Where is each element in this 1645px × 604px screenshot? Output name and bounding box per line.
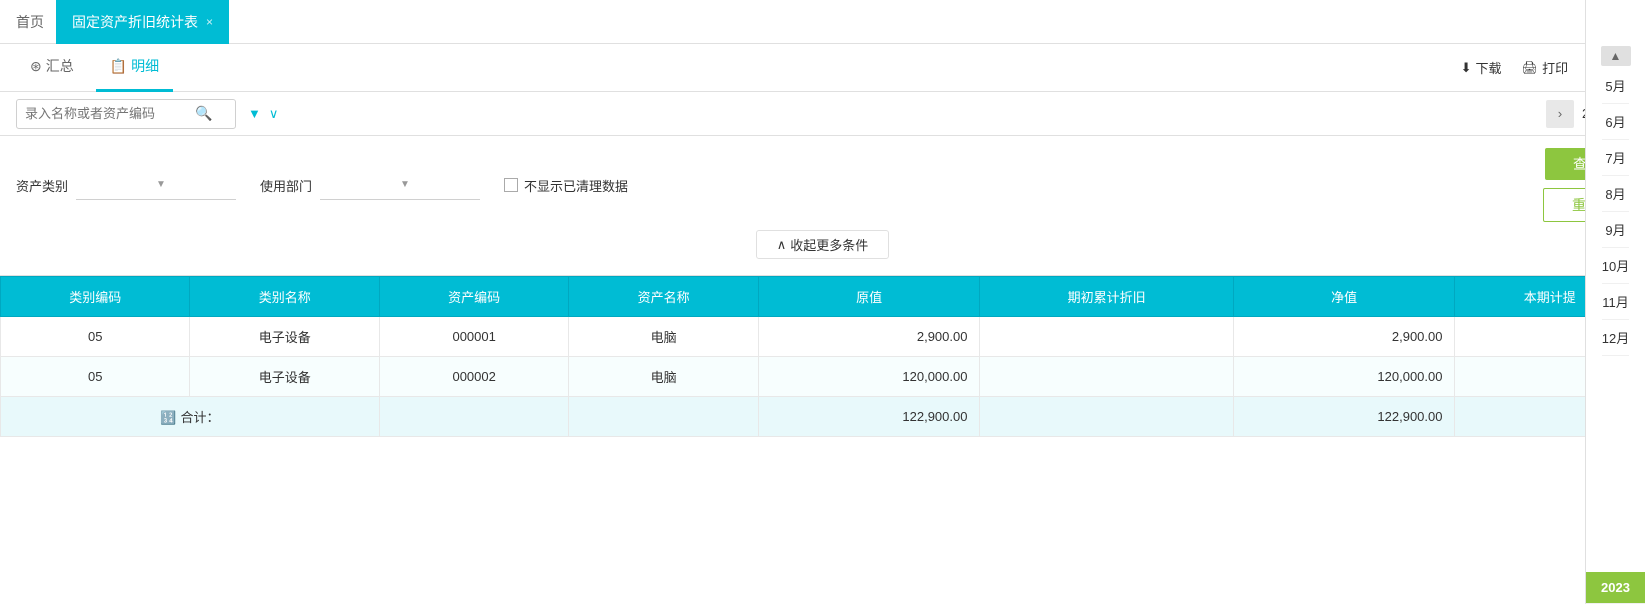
download-button[interactable]: ⬇ 下载 bbox=[1461, 58, 1502, 77]
cell-net-value: 120,000.00 bbox=[1233, 357, 1455, 397]
col-asset-code: 资产编码 bbox=[379, 277, 568, 317]
print-icon: 🖨 bbox=[1522, 60, 1539, 76]
table-row: 05 电子设备 000002 电脑 120,000.00 120,000.00 bbox=[1, 357, 1645, 397]
search-icon: 🔍 bbox=[195, 105, 212, 122]
right-panel: ▲ 5月6月7月8月9月10月11月12月 2023 bbox=[1585, 0, 1645, 604]
table-row: 05 电子设备 000001 电脑 2,900.00 2,900.00 bbox=[1, 317, 1645, 357]
month-item[interactable]: 6月 bbox=[1602, 104, 1629, 140]
month-item[interactable]: 12月 bbox=[1602, 320, 1629, 356]
tab-summary-label: 汇总 bbox=[46, 56, 74, 76]
month-nav-up[interactable]: ▲ bbox=[1601, 46, 1631, 66]
second-toolbar: ⊛ 汇总 📋 明细 ⬇ 下载 🖨 打印 ↺ 刷新 bbox=[0, 44, 1645, 92]
filter-icon: ▼ bbox=[248, 106, 261, 121]
month-list: 5月6月7月8月9月10月11月12月 bbox=[1602, 68, 1629, 356]
hide-cleared-label: 不显示已清理数据 bbox=[524, 176, 628, 195]
filter-bar: 🔍 ▼ ∨ › 2023.01 bbox=[0, 92, 1645, 136]
collapse-label: 收起更多条件 bbox=[790, 235, 868, 254]
col-asset-name: 资产名称 bbox=[569, 277, 758, 317]
tab-detail-label: 明细 bbox=[131, 56, 159, 76]
month-item[interactable]: 8月 bbox=[1602, 176, 1629, 212]
collapse-filter-button[interactable]: › bbox=[1546, 100, 1574, 128]
chevron-down-icon: ∨ bbox=[269, 106, 279, 122]
cell-category-name: 电子设备 bbox=[190, 357, 379, 397]
collapse-conditions-button[interactable]: ∧ 收起更多条件 bbox=[756, 230, 890, 259]
total-initial-depreciation bbox=[980, 397, 1233, 437]
cell-net-value: 2,900.00 bbox=[1233, 317, 1455, 357]
table-total-row: 🔢合计： 122,900.00 122,900.00 bbox=[1, 397, 1645, 437]
cell-initial-depreciation bbox=[980, 317, 1233, 357]
nav-home[interactable]: 首页 bbox=[16, 12, 56, 32]
cell-category-name: 电子设备 bbox=[190, 317, 379, 357]
col-initial-depreciation: 期初累计折旧 bbox=[980, 277, 1233, 317]
col-category-code: 类别编码 bbox=[1, 277, 190, 317]
top-nav: 首页 固定资产折旧统计表 × ✕ bbox=[0, 0, 1645, 44]
print-label: 打印 bbox=[1542, 58, 1568, 77]
tab-detail[interactable]: 📋 明细 bbox=[96, 44, 173, 92]
adv-filter: 资产类别 ▼ 使用部门 ▼ 不显示已清理数据 查询 重置 ∧ 收起更多条件 bbox=[0, 136, 1645, 276]
nav-tab-fixed-assets[interactable]: 固定资产折旧统计表 × bbox=[56, 0, 229, 44]
cell-asset-code: 000002 bbox=[379, 357, 568, 397]
download-icon: ⬇ bbox=[1461, 60, 1472, 76]
month-item[interactable]: 10月 bbox=[1602, 248, 1629, 284]
cell-asset-code: 000001 bbox=[379, 317, 568, 357]
month-item[interactable]: 7月 bbox=[1602, 140, 1629, 176]
tab-summary[interactable]: ⊛ 汇总 bbox=[16, 44, 88, 92]
hide-cleared-checkbox[interactable] bbox=[504, 178, 518, 192]
adv-filter-row: 资产类别 ▼ 使用部门 ▼ 不显示已清理数据 查询 重置 bbox=[16, 148, 1629, 222]
table-header-row: 类别编码 类别名称 资产编码 资产名称 原值 期初累计折旧 净值 本期计提 bbox=[1, 277, 1645, 317]
month-item[interactable]: 5月 bbox=[1602, 68, 1629, 104]
department-dropdown-icon: ▼ bbox=[400, 179, 476, 190]
month-item[interactable]: 11月 bbox=[1602, 284, 1629, 320]
collapse-row: ∧ 收起更多条件 bbox=[16, 222, 1629, 263]
collapse-icon: ∧ bbox=[777, 237, 787, 253]
cell-original-value: 120,000.00 bbox=[758, 357, 980, 397]
search-input-wrap[interactable]: 🔍 bbox=[16, 99, 236, 129]
nav-tab-close[interactable]: × bbox=[206, 15, 213, 29]
detail-icon: 📋 bbox=[110, 58, 127, 75]
filter-group-category: 资产类别 ▼ bbox=[16, 170, 236, 200]
month-item[interactable]: 9月 bbox=[1602, 212, 1629, 248]
asset-category-label: 资产类别 bbox=[16, 176, 68, 195]
col-category-name: 类别名称 bbox=[190, 277, 379, 317]
col-original-value: 原值 bbox=[758, 277, 980, 317]
nav-tab-label: 固定资产折旧统计表 bbox=[72, 12, 198, 32]
asset-category-select[interactable]: ▼ bbox=[76, 170, 236, 200]
department-label: 使用部门 bbox=[260, 176, 312, 195]
data-table-wrap: 类别编码 类别名称 资产编码 资产名称 原值 期初累计折旧 净值 本期计提 05… bbox=[0, 276, 1645, 604]
cell-asset-name: 电脑 bbox=[569, 317, 758, 357]
col-net-value: 净值 bbox=[1233, 277, 1455, 317]
data-table: 类别编码 类别名称 资产编码 资产名称 原值 期初累计折旧 净值 本期计提 05… bbox=[0, 276, 1645, 437]
total-label: 🔢合计： bbox=[1, 397, 380, 437]
summary-icon: ⊛ bbox=[30, 58, 42, 75]
more-conditions-button[interactable]: ▼ ∨ bbox=[248, 106, 278, 122]
total-original-value: 122,900.00 bbox=[758, 397, 980, 437]
cell-category-code: 05 bbox=[1, 357, 190, 397]
print-button[interactable]: 🖨 打印 bbox=[1522, 58, 1569, 77]
table-body: 05 电子设备 000001 电脑 2,900.00 2,900.00 05 电… bbox=[1, 317, 1645, 437]
month-current[interactable]: 2023 bbox=[1586, 572, 1645, 604]
cell-asset-name: 电脑 bbox=[569, 357, 758, 397]
total-net-value: 122,900.00 bbox=[1233, 397, 1455, 437]
cell-original-value: 2,900.00 bbox=[758, 317, 980, 357]
hide-cleared-group: 不显示已清理数据 bbox=[504, 176, 628, 195]
search-input[interactable] bbox=[25, 106, 195, 121]
cell-initial-depreciation bbox=[980, 357, 1233, 397]
cell-category-code: 05 bbox=[1, 317, 190, 357]
filter-group-department: 使用部门 ▼ bbox=[260, 170, 480, 200]
category-dropdown-icon: ▼ bbox=[156, 179, 232, 190]
download-label: 下载 bbox=[1476, 58, 1502, 77]
department-select[interactable]: ▼ bbox=[320, 170, 480, 200]
